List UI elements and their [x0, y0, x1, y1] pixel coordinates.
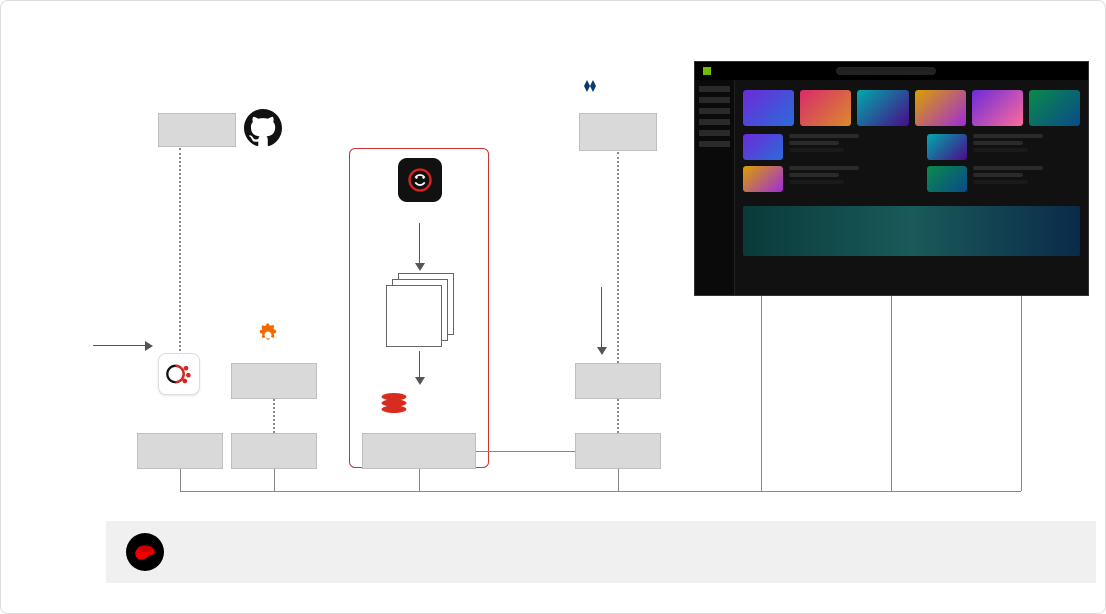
grafana-logo [254, 321, 282, 351]
bus-nvidia-mid [891, 296, 892, 491]
bus-nvidia-right [1021, 296, 1022, 491]
arrow-docs-to-redis-head [415, 377, 425, 385]
product-docs-icon [386, 273, 454, 345]
arrow-end-user-head [597, 347, 607, 355]
line-vector-to-app [476, 451, 575, 452]
bus-line [180, 491, 891, 492]
github-box [158, 113, 236, 147]
redhat-hat-icon [126, 533, 164, 571]
redhat-banner [106, 521, 1096, 583]
arrow-end-user [601, 287, 602, 347]
nvidia-sidebar [695, 80, 735, 295]
arrow-devops [93, 345, 145, 346]
bus-app [618, 469, 619, 491]
arrow-ai-to-docs-head [415, 263, 425, 271]
nvidia-logo-icon [703, 67, 711, 75]
gitops-box [137, 433, 223, 469]
arrow-docs-to-redis [419, 351, 420, 377]
openshift-gitops-icon [158, 353, 200, 395]
nvidia-search [836, 67, 936, 75]
monitoring-dashboard-box [231, 363, 317, 399]
app-frontend-box [575, 363, 661, 399]
product-docs-label [386, 285, 442, 347]
monitoring-backend-box [231, 433, 317, 469]
diagram-canvas [0, 0, 1106, 614]
vector-database-box [362, 433, 476, 469]
bus-gitops [180, 469, 181, 491]
dotted-app [617, 399, 619, 433]
dotted-github-gitops [179, 148, 181, 351]
dotted-monitoring [273, 399, 275, 433]
bus-nvidia-left [761, 296, 762, 491]
bus-vector [419, 469, 420, 491]
bus-line-ext [891, 491, 1021, 492]
nvidia-screenshot [694, 61, 1089, 296]
dotted-registry-frontend [617, 152, 619, 363]
bus-monitoring [274, 469, 275, 491]
arrow-devops-head [145, 341, 153, 351]
github-icon [244, 109, 282, 152]
image-registry-box [579, 113, 657, 151]
quay-logo [581, 77, 603, 95]
redis-logo [379, 389, 415, 417]
app-backend-box [575, 433, 661, 469]
openshift-ai-icon [398, 158, 442, 202]
arrow-ai-to-docs [419, 223, 420, 263]
